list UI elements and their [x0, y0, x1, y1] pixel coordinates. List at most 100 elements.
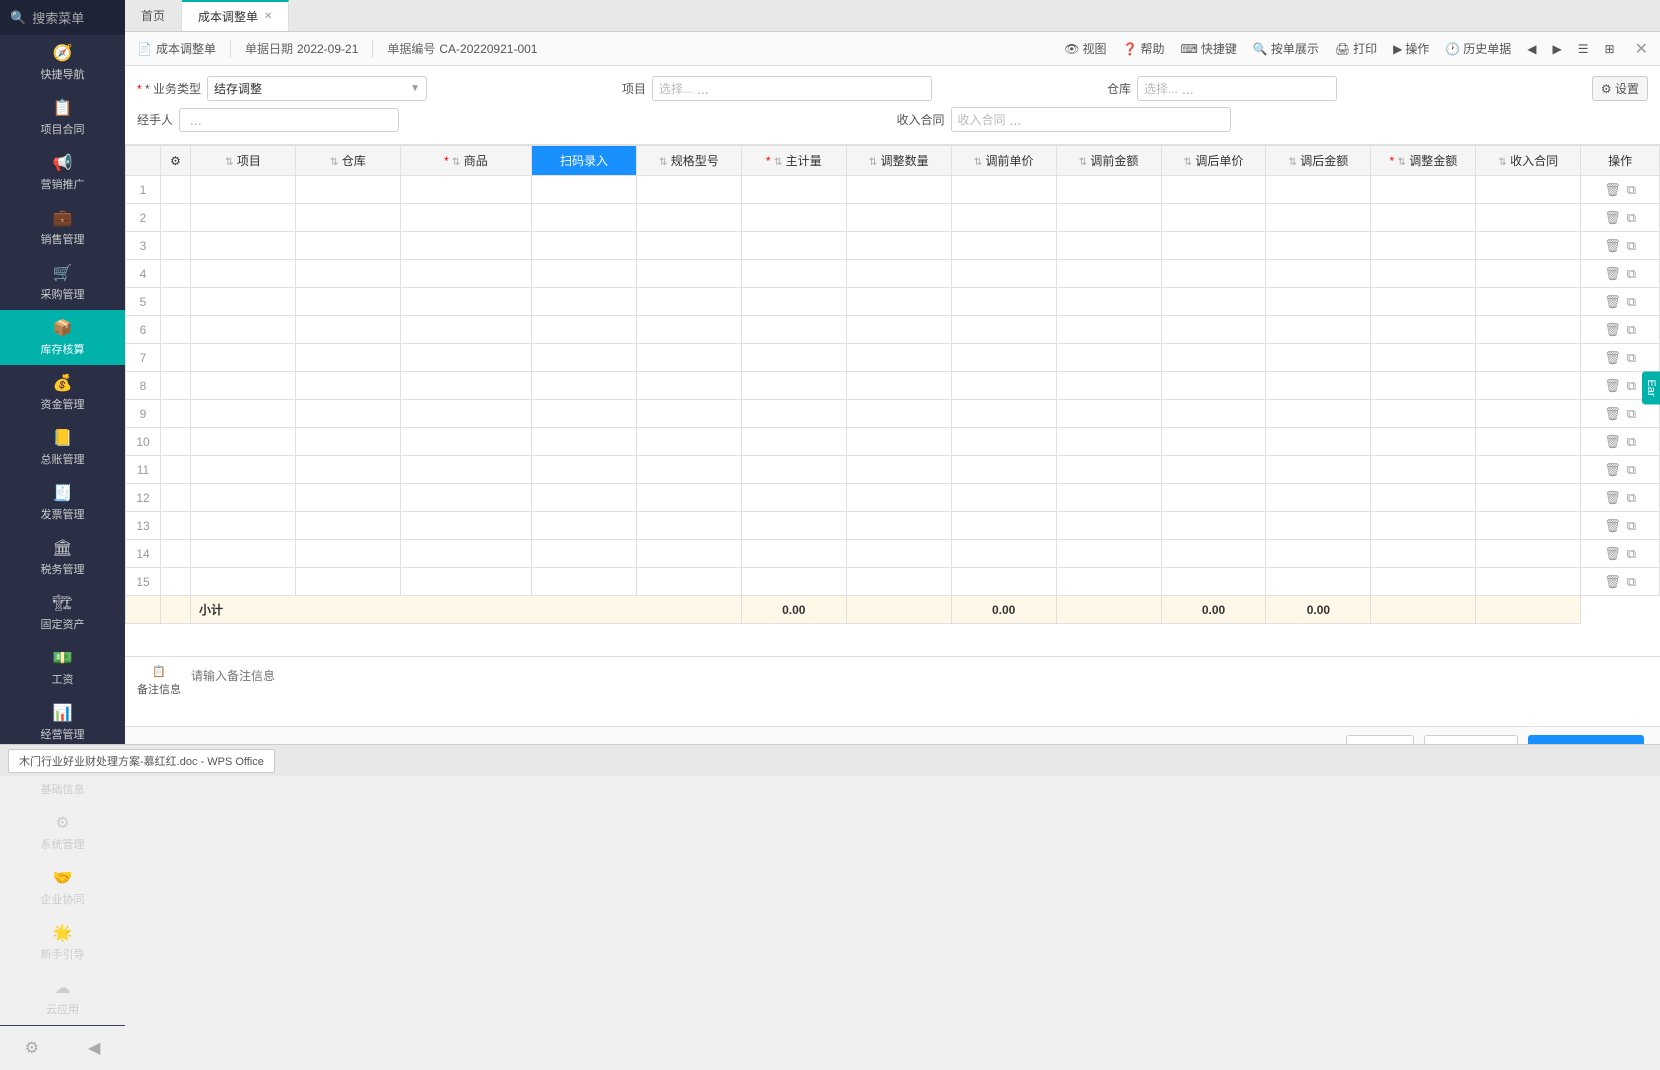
row-10-before-price-cell[interactable]: [951, 428, 1056, 456]
row-13-warehouse-cell[interactable]: [295, 512, 400, 540]
row-9-after-price-cell[interactable]: [1161, 400, 1266, 428]
action-print[interactable]: 🖨 打印: [1331, 38, 1381, 59]
row-11-scan-cell[interactable]: [532, 456, 637, 484]
row-13-copy-icon[interactable]: ⧉: [1627, 518, 1636, 534]
row-1-after-price-cell[interactable]: [1161, 176, 1266, 204]
row-15-before-amount-cell[interactable]: [1056, 568, 1161, 596]
row-3-scan-cell[interactable]: [532, 232, 637, 260]
sidebar-search[interactable]: 🔍 搜索菜单: [0, 0, 125, 35]
row-1-income-contract-cell[interactable]: [1476, 176, 1581, 204]
row-12-before-amount-cell[interactable]: [1056, 484, 1161, 512]
action-operate[interactable]: ▶ 操作: [1389, 38, 1433, 59]
row-2-project-cell[interactable]: [191, 204, 296, 232]
row-7-income-contract-cell[interactable]: [1476, 344, 1581, 372]
row-7-warehouse-cell[interactable]: [295, 344, 400, 372]
row-2-before-price-cell[interactable]: [951, 204, 1056, 232]
income-contract-input[interactable]: 收入合同 ...: [951, 107, 1231, 132]
sidebar-item-ledger-management[interactable]: 📒总账管理: [0, 420, 125, 475]
row-10-adj-qty-cell[interactable]: [846, 428, 951, 456]
row-5-before-amount-cell[interactable]: [1056, 288, 1161, 316]
row-3-delete-icon[interactable]: 🗑: [1604, 238, 1621, 254]
row-8-adj-qty-cell[interactable]: [846, 372, 951, 400]
tab-close-icon[interactable]: ✕: [264, 11, 272, 22]
warehouse-select[interactable]: 选择... ...: [1137, 76, 1337, 101]
row-10-after-amount-cell[interactable]: [1266, 428, 1371, 456]
row-13-income-contract-cell[interactable]: [1476, 512, 1581, 540]
row-13-project-cell[interactable]: [191, 512, 296, 540]
row-11-warehouse-cell[interactable]: [295, 456, 400, 484]
row-13-after-amount-cell[interactable]: [1266, 512, 1371, 540]
row-1-goods-cell[interactable]: [400, 176, 531, 204]
row-4-delete-icon[interactable]: 🗑: [1604, 266, 1621, 282]
row-6-spec-cell[interactable]: [636, 316, 741, 344]
row-8-warehouse-cell[interactable]: [295, 372, 400, 400]
row-3-after-amount-cell[interactable]: [1266, 232, 1371, 260]
row-10-delete-icon[interactable]: 🗑: [1604, 434, 1621, 450]
row-3-after-price-cell[interactable]: [1161, 232, 1266, 260]
row-10-income-contract-cell[interactable]: [1476, 428, 1581, 456]
row-9-unit-cell[interactable]: [741, 400, 846, 428]
row-15-project-cell[interactable]: [191, 568, 296, 596]
row-8-unit-cell[interactable]: [741, 372, 846, 400]
sidebar-item-invoice-management[interactable]: 🧾发票管理: [0, 475, 125, 530]
action-shortcut[interactable]: ⌨ 快捷键: [1177, 38, 1241, 59]
row-5-goods-cell[interactable]: [400, 288, 531, 316]
col-adj-amount[interactable]: ⇅ 调整金额: [1371, 146, 1476, 176]
sidebar-item-quick-nav[interactable]: 🧭快捷导航: [0, 35, 125, 90]
row-6-after-price-cell[interactable]: [1161, 316, 1266, 344]
row-6-after-amount-cell[interactable]: [1266, 316, 1371, 344]
row-8-delete-icon[interactable]: 🗑: [1604, 378, 1621, 394]
action-view[interactable]: 👁 视图: [1060, 38, 1110, 59]
nav-prev-button[interactable]: ◀: [1523, 40, 1540, 58]
row-15-after-amount-cell[interactable]: [1266, 568, 1371, 596]
row-14-income-contract-cell[interactable]: [1476, 540, 1581, 568]
row-12-project-cell[interactable]: [191, 484, 296, 512]
row-14-after-price-cell[interactable]: [1161, 540, 1266, 568]
row-14-scan-cell[interactable]: [532, 540, 637, 568]
sidebar-item-sales-management[interactable]: 💼销售管理: [0, 200, 125, 255]
action-review[interactable]: 🔍 按单展示: [1249, 38, 1323, 59]
row-14-before-amount-cell[interactable]: [1056, 540, 1161, 568]
row-13-before-price-cell[interactable]: [951, 512, 1056, 540]
row-14-goods-cell[interactable]: [400, 540, 531, 568]
col-scan[interactable]: 扫码录入: [532, 146, 637, 176]
col-adj-qty[interactable]: ⇅ 调整数量: [846, 146, 951, 176]
row-14-unit-cell[interactable]: [741, 540, 846, 568]
row-12-income-contract-cell[interactable]: [1476, 484, 1581, 512]
row-8-goods-cell[interactable]: [400, 372, 531, 400]
row-9-after-amount-cell[interactable]: [1266, 400, 1371, 428]
tab-cost-adjustment[interactable]: 成本调整单 ✕: [182, 0, 289, 31]
row-2-income-contract-cell[interactable]: [1476, 204, 1581, 232]
row-15-warehouse-cell[interactable]: [295, 568, 400, 596]
row-8-project-cell[interactable]: [191, 372, 296, 400]
row-4-before-price-cell[interactable]: [951, 260, 1056, 288]
row-2-warehouse-cell[interactable]: [295, 204, 400, 232]
row-4-spec-cell[interactable]: [636, 260, 741, 288]
col-warehouse[interactable]: ⇅ 仓库: [295, 146, 400, 176]
row-6-copy-icon[interactable]: ⧉: [1627, 322, 1636, 338]
row-14-copy-icon[interactable]: ⧉: [1627, 546, 1636, 562]
row-14-delete-icon[interactable]: 🗑: [1604, 546, 1621, 562]
row-4-before-amount-cell[interactable]: [1056, 260, 1161, 288]
row-11-adj-qty-cell[interactable]: [846, 456, 951, 484]
project-select[interactable]: 选择... ...: [652, 76, 932, 101]
row-1-unit-cell[interactable]: [741, 176, 846, 204]
row-1-copy-icon[interactable]: ⧉: [1627, 182, 1636, 198]
row-2-adj-qty-cell[interactable]: [846, 204, 951, 232]
row-5-after-price-cell[interactable]: [1161, 288, 1266, 316]
row-11-copy-icon[interactable]: ⧉: [1627, 462, 1636, 478]
row-1-scan-cell[interactable]: [532, 176, 637, 204]
row-9-copy-icon[interactable]: ⧉: [1627, 406, 1636, 422]
row-5-adj-qty-cell[interactable]: [846, 288, 951, 316]
col-spec[interactable]: ⇅ 规格型号: [636, 146, 741, 176]
col-settings[interactable]: ⚙: [161, 146, 191, 176]
sidebar-item-cloud-apps[interactable]: ☁云应用: [0, 970, 125, 1025]
row-15-income-contract-cell[interactable]: [1476, 568, 1581, 596]
row-10-copy-icon[interactable]: ⧉: [1627, 434, 1636, 450]
row-7-copy-icon[interactable]: ⧉: [1627, 350, 1636, 366]
sidebar-item-enterprise-coop[interactable]: 🤝企业协同: [0, 860, 125, 915]
nav-next-button[interactable]: ▶: [1549, 40, 1566, 58]
row-2-spec-cell[interactable]: [636, 204, 741, 232]
row-1-before-amount-cell[interactable]: [1056, 176, 1161, 204]
row-4-after-amount-cell[interactable]: [1266, 260, 1371, 288]
